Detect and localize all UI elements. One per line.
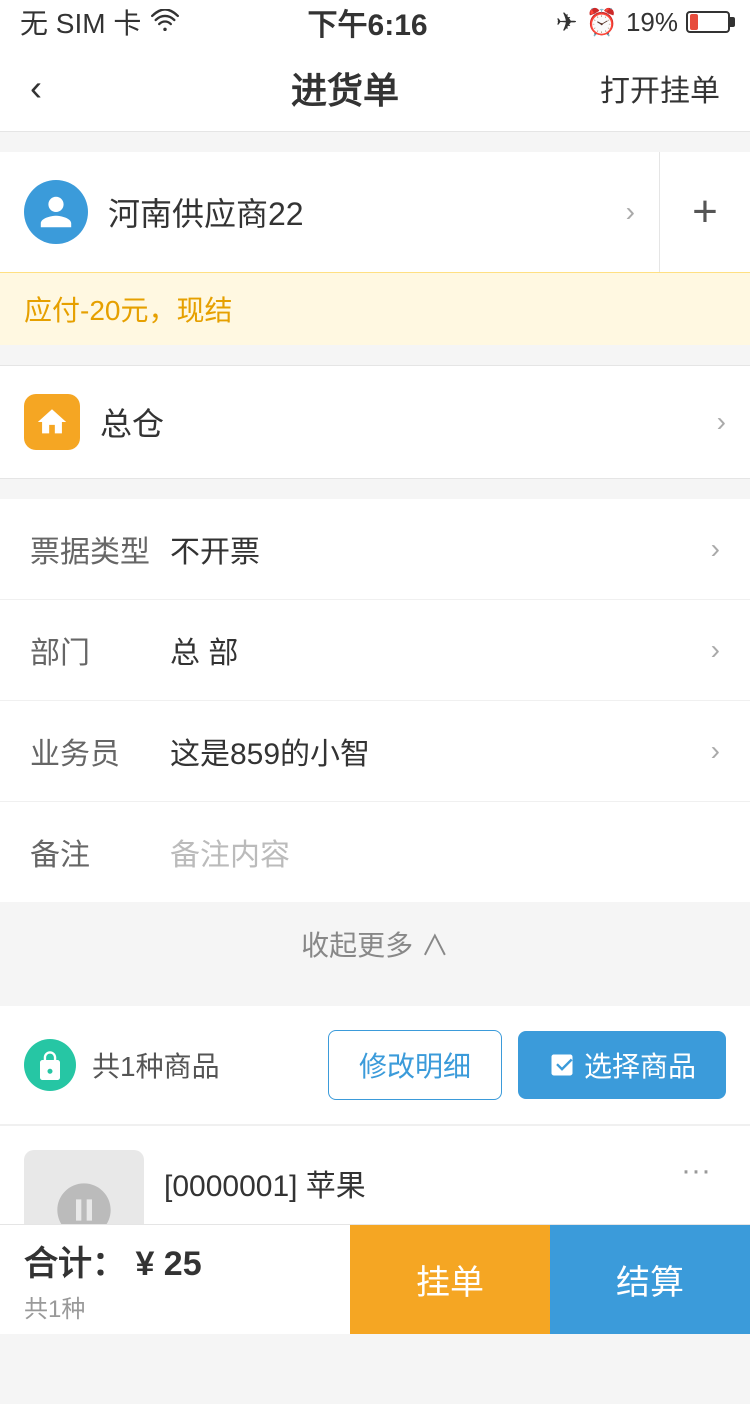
remark-row[interactable]: 备注 备注内容 [0,802,750,902]
warehouse-chevron-icon: › [717,406,726,438]
total-amount: 合计： ¥ 25 [24,1236,326,1285]
department-label: 部门 [30,628,150,672]
home-icon [35,405,69,439]
salesman-value: 这是859的小智 [150,729,701,773]
salesman-row[interactable]: 业务员 这是859的小智 › [0,701,750,802]
product-title: 苹果 [306,1170,366,1203]
remark-label: 备注 [30,830,150,874]
select-product-icon [548,1051,576,1079]
product-header: 共1种商品 修改明细 选择商品 [0,1006,750,1125]
ticket-type-chevron-icon: › [711,533,720,565]
supplier-section: 河南供应商22 › + [0,152,750,272]
supplier-chevron-icon: › [626,196,635,228]
gap-1 [0,132,750,152]
status-right: ✈ ⏰ 19% [556,7,730,38]
ticket-type-row[interactable]: 票据类型 不开票 › [0,499,750,600]
hang-button[interactable]: 挂单 [350,1225,550,1334]
battery-icon [686,11,730,33]
product-name: [0000001] 苹果 [164,1161,666,1205]
time-display: 下午6:16 [308,0,428,44]
status-left: 无 SIM 卡 [20,2,179,42]
carrier-text: 无 SIM 卡 [20,2,141,42]
supplier-avatar [24,180,88,244]
salesman-label: 业务员 [30,729,150,773]
collapse-button[interactable]: 收起更多 ∧ [0,902,750,986]
department-value: 总 部 [150,628,701,672]
warehouse-section[interactable]: 总仓 › [0,365,750,479]
back-button[interactable]: ‹ [30,67,90,109]
supplier-name: 河南供应商22 [108,189,616,235]
supplier-selector[interactable]: 河南供应商22 › [0,152,660,272]
ticket-type-value: 不开票 [150,527,701,571]
warning-banner: 应付-20元，现结 [0,272,750,345]
department-chevron-icon: › [711,634,720,666]
add-supplier-button[interactable]: + [660,152,750,272]
battery-percent: 19% [626,7,678,38]
nav-bar: ‹ 进货单 打开挂单 [0,44,750,132]
ticket-type-label: 票据类型 [30,527,150,571]
product-count-text: 共1种商品 [92,1045,328,1085]
edit-detail-button[interactable]: 修改明细 [328,1030,502,1100]
form-section: 票据类型 不开票 › 部门 总 部 › 业务员 这是859的小智 › 备注 备注… [0,499,750,902]
wifi-icon [151,6,179,38]
total-count: 共1种 [24,1289,326,1324]
department-row[interactable]: 部门 总 部 › [0,600,750,701]
bottom-bar: 合计： ¥ 25 共1种 挂单 结算 [0,1224,750,1334]
total-section: 合计： ¥ 25 共1种 [0,1225,350,1334]
salesman-chevron-icon: › [711,735,720,767]
open-hang-button[interactable]: 打开挂单 [600,66,720,110]
product-more-button[interactable]: ··· [666,1150,726,1188]
total-value: ¥ 25 [135,1245,201,1283]
remark-input[interactable]: 备注内容 [150,830,720,874]
warehouse-name: 总仓 [100,399,707,445]
select-product-label: 选择商品 [584,1045,696,1085]
page-title: 进货单 [291,62,399,114]
user-icon [37,193,75,231]
shopping-bag-icon [35,1050,65,1080]
checkout-button[interactable]: 结算 [550,1225,750,1334]
product-id: [0000001] [164,1170,306,1203]
alarm-icon: ⏰ [586,7,618,38]
status-bar: 无 SIM 卡 下午6:16 ✈ ⏰ 19% [0,0,750,44]
warehouse-icon [24,394,80,450]
total-label: 合计： [24,1245,126,1283]
product-count-icon [24,1039,76,1091]
location-icon: ✈ [556,7,578,38]
select-product-button[interactable]: 选择商品 [518,1031,726,1099]
